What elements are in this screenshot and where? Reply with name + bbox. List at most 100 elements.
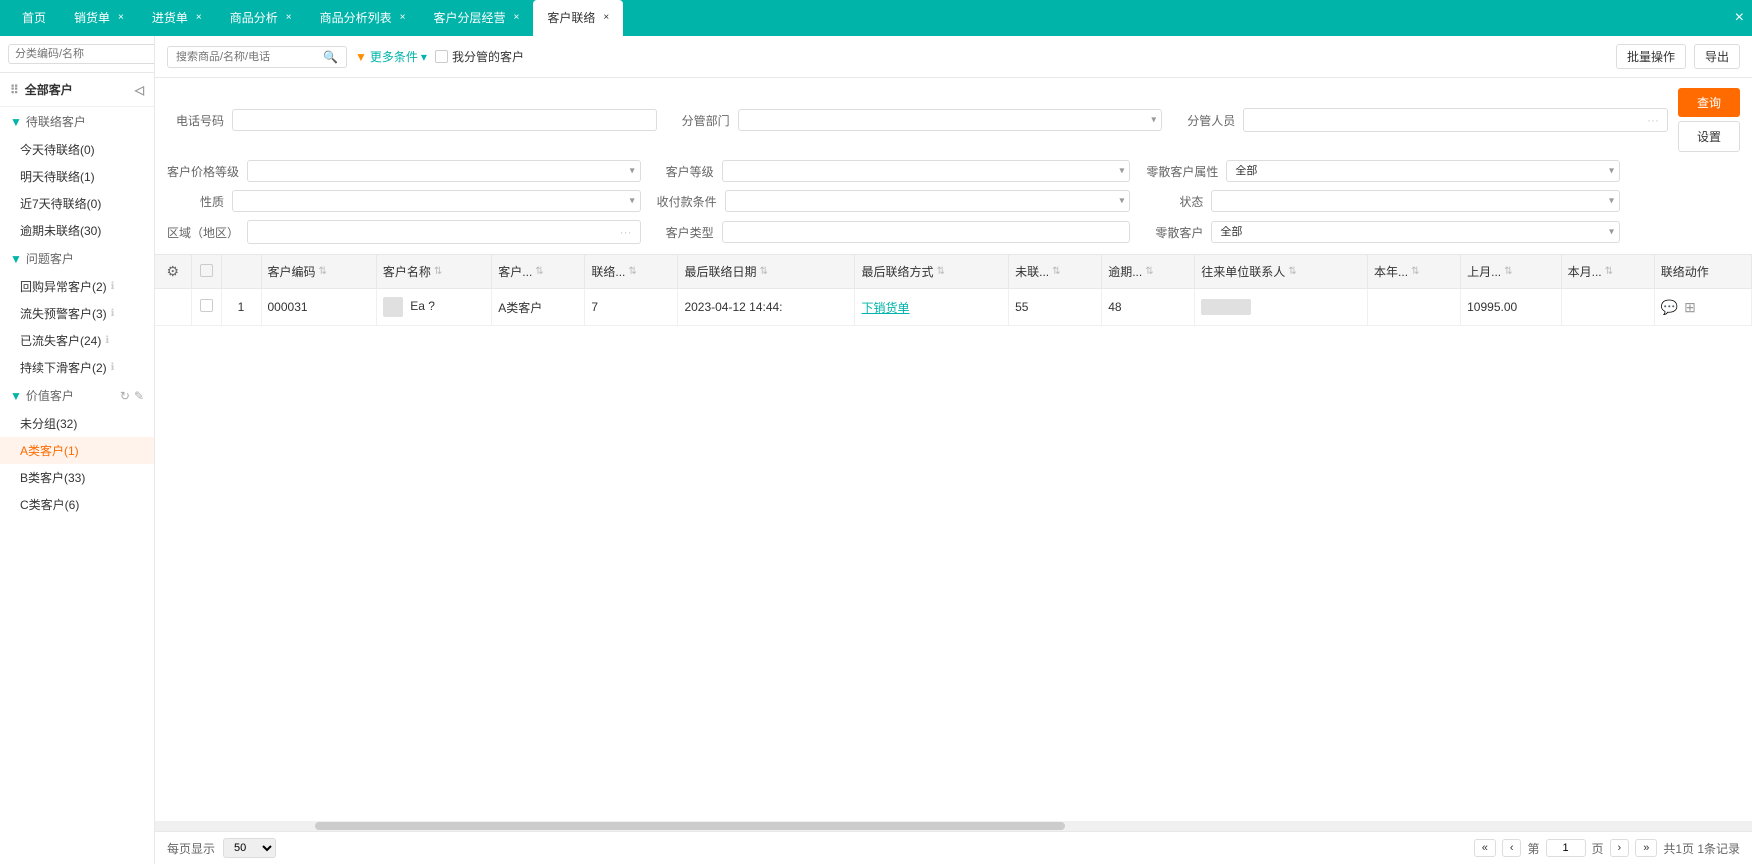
churn-warning[interactable]: 流失预警客户(3) ℹ bbox=[0, 300, 154, 327]
class-c-customers[interactable]: C类客户(6) bbox=[0, 491, 154, 518]
prev-page-button[interactable]: ‹ bbox=[1502, 839, 1522, 857]
payment-select[interactable] bbox=[725, 190, 1131, 212]
next-page-button[interactable]: › bbox=[1610, 839, 1630, 857]
status-select[interactable] bbox=[1211, 190, 1620, 212]
close-customer-segmentation[interactable]: × bbox=[513, 0, 519, 36]
customer-type-label: 客户类型 bbox=[657, 224, 722, 241]
close-product-analysis[interactable]: × bbox=[286, 0, 292, 36]
search-input[interactable] bbox=[176, 51, 319, 63]
price-grade-select[interactable] bbox=[247, 160, 641, 182]
class-c-label: C类客户(6) bbox=[20, 496, 79, 513]
nav-home[interactable]: 首页 bbox=[8, 0, 60, 36]
scattered-customer-select[interactable]: 全部 bbox=[1211, 221, 1620, 243]
close-customer-contact[interactable]: × bbox=[603, 0, 609, 36]
code-sort-icon[interactable]: ⇅ bbox=[319, 266, 327, 277]
batch-operation-button[interactable]: 批量操作 bbox=[1616, 44, 1686, 69]
col-this-month: 本月...⇅ bbox=[1561, 255, 1654, 289]
col-gear: ⚙ bbox=[155, 255, 191, 289]
unit-sort-icon[interactable]: ⇅ bbox=[1288, 266, 1296, 277]
scattered-attr-select-wrap: 全部 bbox=[1226, 160, 1620, 182]
last-page-button[interactable]: » bbox=[1635, 839, 1657, 857]
sidebar-collapse-icon[interactable]: ◁ bbox=[135, 83, 144, 97]
problem-customers-section[interactable]: ▼ 问题客户 bbox=[0, 244, 154, 273]
date-sort-icon[interactable]: ⇅ bbox=[759, 266, 767, 277]
class-b-customers[interactable]: B类客户(33) bbox=[0, 464, 154, 491]
col-action: 联络动作 bbox=[1654, 255, 1751, 289]
export-button[interactable]: 导出 bbox=[1694, 44, 1740, 69]
qr-code-icon[interactable]: ⊞ bbox=[1684, 299, 1696, 316]
filter-row-4: 区域（地区） ··· 客户类型 零散客户 全部 bbox=[167, 220, 1740, 244]
row-last-date: 2023-04-12 14:44: bbox=[678, 289, 855, 326]
today-pending-label: 今天待联络(0) bbox=[20, 141, 95, 158]
type-sort-icon[interactable]: ⇅ bbox=[535, 266, 543, 277]
way-sort-icon[interactable]: ⇅ bbox=[937, 266, 945, 277]
query-button[interactable]: 查询 bbox=[1678, 88, 1740, 117]
nav-product-analysis-list[interactable]: 商品分析列表 × bbox=[306, 0, 420, 36]
scrollbar-thumb[interactable] bbox=[315, 822, 1065, 830]
status-label: 状态 bbox=[1146, 193, 1211, 210]
class-a-customers[interactable]: A类客户(1) bbox=[0, 437, 154, 464]
tomorrow-pending[interactable]: 明天待联络(1) bbox=[0, 163, 154, 190]
scattered-attr-select[interactable]: 全部 bbox=[1226, 160, 1620, 182]
first-page-button[interactable]: « bbox=[1474, 839, 1496, 857]
select-all-checkbox[interactable] bbox=[200, 264, 213, 277]
manager-dots-input[interactable]: ··· bbox=[1243, 108, 1668, 132]
name-sort-icon[interactable]: ⇅ bbox=[434, 266, 442, 277]
year-sort-icon[interactable]: ⇅ bbox=[1411, 266, 1419, 277]
my-customer-checkbox[interactable] bbox=[435, 50, 448, 63]
table-settings-icon[interactable]: ⚙ bbox=[166, 263, 179, 279]
dept-select-wrap bbox=[738, 109, 1163, 131]
refresh-icon[interactable]: ↻ bbox=[120, 389, 130, 403]
per-page-select[interactable]: 50 100 200 bbox=[223, 838, 276, 858]
row-name: Ea ? bbox=[376, 289, 491, 326]
contact-sort-icon[interactable]: ⇅ bbox=[628, 266, 636, 277]
overdue-sort-icon[interactable]: ⇅ bbox=[1145, 266, 1153, 277]
nature-select[interactable] bbox=[232, 190, 641, 212]
chat-icon[interactable]: 💬 bbox=[1661, 299, 1678, 316]
last-month-sort-icon[interactable]: ⇅ bbox=[1504, 266, 1512, 277]
col-this-year: 本年...⇅ bbox=[1368, 255, 1461, 289]
customer-type-input[interactable] bbox=[722, 221, 1131, 243]
sidebar-search-input[interactable] bbox=[8, 44, 155, 64]
my-customer-filter[interactable]: 我分管的客户 bbox=[435, 48, 524, 65]
nav-customer-segmentation[interactable]: 客户分层经营 × bbox=[419, 0, 533, 36]
this-month-sort-icon[interactable]: ⇅ bbox=[1605, 266, 1613, 277]
dept-select[interactable] bbox=[738, 109, 1163, 131]
nav-sales-order[interactable]: 销货单 × bbox=[60, 0, 138, 36]
close-purchase-order[interactable]: × bbox=[196, 0, 202, 36]
close-sales-order[interactable]: × bbox=[118, 0, 124, 36]
all-customers-header: ⠿ 全部客户 ◁ bbox=[0, 73, 154, 107]
nav-purchase-order[interactable]: 进货单 × bbox=[138, 0, 216, 36]
nav-product-analysis[interactable]: 商品分析 × bbox=[216, 0, 306, 36]
search-icon[interactable]: 🔍 bbox=[323, 50, 338, 64]
class-a-label: A类客户(1) bbox=[20, 442, 79, 459]
region-dots-input[interactable]: ··· bbox=[247, 220, 641, 244]
more-filter-button[interactable]: ▼ 更多条件 ▾ bbox=[355, 48, 427, 65]
churned[interactable]: 已流失客户(24) ℹ bbox=[0, 327, 154, 354]
unclassified[interactable]: 未分组(32) bbox=[0, 410, 154, 437]
phone-input[interactable] bbox=[232, 109, 657, 131]
overdue-no-contact[interactable]: 逾期未联络(30) bbox=[0, 217, 154, 244]
more-filter-chevron: ▾ bbox=[421, 50, 427, 64]
close-product-analysis-list[interactable]: × bbox=[400, 0, 406, 36]
settings-button[interactable]: 设置 bbox=[1678, 121, 1740, 152]
last-contact-way-link[interactable]: 下销货单 bbox=[861, 301, 909, 315]
close-all-button[interactable]: × bbox=[1735, 9, 1744, 27]
horizontal-scrollbar[interactable] bbox=[155, 821, 1752, 831]
row-checkbox[interactable] bbox=[200, 299, 213, 312]
today-pending[interactable]: 今天待联络(0) bbox=[0, 136, 154, 163]
no-contact-sort-icon[interactable]: ⇅ bbox=[1052, 266, 1060, 277]
customer-grade-select[interactable] bbox=[722, 160, 1131, 182]
repurchase-abnormal[interactable]: 回购异常客户(2) ℹ bbox=[0, 273, 154, 300]
row-check-cell bbox=[191, 289, 221, 326]
edit-icon[interactable]: ✎ bbox=[134, 389, 144, 403]
table-area: ⚙ 客户编码⇅ 客户名称⇅ 客户...⇅ bbox=[155, 255, 1752, 821]
week-pending[interactable]: 近7天待联络(0) bbox=[0, 190, 154, 217]
col-no-contact: 未联...⇅ bbox=[1009, 255, 1102, 289]
nature-cell: 性质 bbox=[167, 190, 641, 212]
nav-customer-contact[interactable]: 客户联络 × bbox=[533, 0, 623, 36]
page-number-input[interactable] bbox=[1546, 839, 1586, 857]
pending-contact-section[interactable]: ▼ 待联络客户 bbox=[0, 107, 154, 136]
continuous-decline[interactable]: 持续下滑客户(2) ℹ bbox=[0, 354, 154, 381]
value-customers-header[interactable]: ▼ 价值客户 ↻ ✎ bbox=[0, 381, 154, 410]
